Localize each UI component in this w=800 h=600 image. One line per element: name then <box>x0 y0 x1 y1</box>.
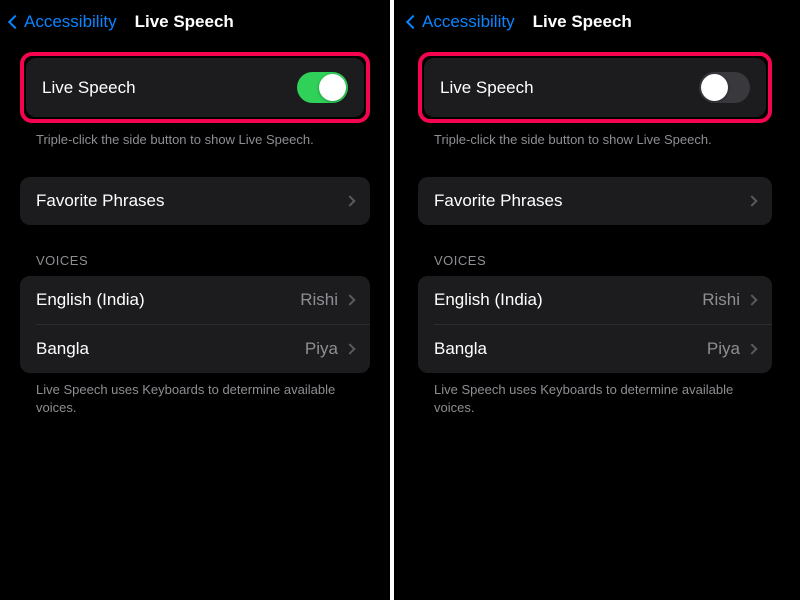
toggle-knob-icon <box>701 74 728 101</box>
hint-triple-click: Triple-click the side button to show Liv… <box>20 123 370 149</box>
favorite-phrases-label: Favorite Phrases <box>36 191 165 211</box>
voices-group: English (India) Rishi Bangla Piya <box>20 276 370 373</box>
favorite-phrases-label: Favorite Phrases <box>434 191 563 211</box>
chevron-right-icon <box>746 196 757 207</box>
voices-group: English (India) Rishi Bangla Piya <box>418 276 772 373</box>
back-label: Accessibility <box>24 12 117 32</box>
back-button[interactable]: Accessibility <box>10 12 117 32</box>
back-button[interactable]: Accessibility <box>408 12 515 32</box>
live-speech-row[interactable]: Live Speech <box>26 58 364 117</box>
panel-live-speech-off: Accessibility Live Speech Live Speech Tr… <box>398 0 792 600</box>
chevron-right-icon <box>746 344 757 355</box>
voice-name: English (India) <box>434 290 702 310</box>
voices-header: Voices <box>418 225 772 276</box>
page-title: Live Speech <box>135 12 234 32</box>
chevron-right-icon <box>344 196 355 207</box>
live-speech-row[interactable]: Live Speech <box>424 58 766 117</box>
live-speech-label: Live Speech <box>440 78 534 98</box>
hint-triple-click: Triple-click the side button to show Liv… <box>418 123 772 149</box>
panel-live-speech-on: Accessibility Live Speech Live Speech Tr… <box>0 0 394 600</box>
page-title: Live Speech <box>533 12 632 32</box>
hint-keyboards: Live Speech uses Keyboards to determine … <box>20 373 370 417</box>
chevron-right-icon <box>746 295 757 306</box>
chevron-right-icon <box>344 344 355 355</box>
navbar: Accessibility Live Speech <box>398 0 792 44</box>
voice-value: Piya <box>305 339 354 359</box>
navbar: Accessibility Live Speech <box>0 0 390 44</box>
voice-row[interactable]: English (India) Rishi <box>20 276 370 324</box>
live-speech-toggle[interactable] <box>297 72 348 103</box>
highlight-box: Live Speech <box>20 52 370 123</box>
voice-row[interactable]: Bangla Piya <box>20 325 370 373</box>
favorite-phrases-row[interactable]: Favorite Phrases <box>418 177 772 225</box>
toggle-knob-icon <box>319 74 346 101</box>
voice-row[interactable]: Bangla Piya <box>418 325 772 373</box>
chevron-left-icon <box>8 15 22 29</box>
highlight-box: Live Speech <box>418 52 772 123</box>
voice-value: Rishi <box>300 290 354 310</box>
voice-row[interactable]: English (India) Rishi <box>418 276 772 324</box>
live-speech-label: Live Speech <box>42 78 136 98</box>
voice-value: Rishi <box>702 290 756 310</box>
voice-value: Piya <box>707 339 756 359</box>
chevron-right-icon <box>344 295 355 306</box>
back-label: Accessibility <box>422 12 515 32</box>
live-speech-toggle[interactable] <box>699 72 750 103</box>
voices-header: Voices <box>20 225 370 276</box>
hint-keyboards: Live Speech uses Keyboards to determine … <box>418 373 772 417</box>
voice-name: English (India) <box>36 290 300 310</box>
voice-name: Bangla <box>434 339 707 359</box>
chevron-left-icon <box>406 15 420 29</box>
voice-name: Bangla <box>36 339 305 359</box>
favorite-phrases-row[interactable]: Favorite Phrases <box>20 177 370 225</box>
